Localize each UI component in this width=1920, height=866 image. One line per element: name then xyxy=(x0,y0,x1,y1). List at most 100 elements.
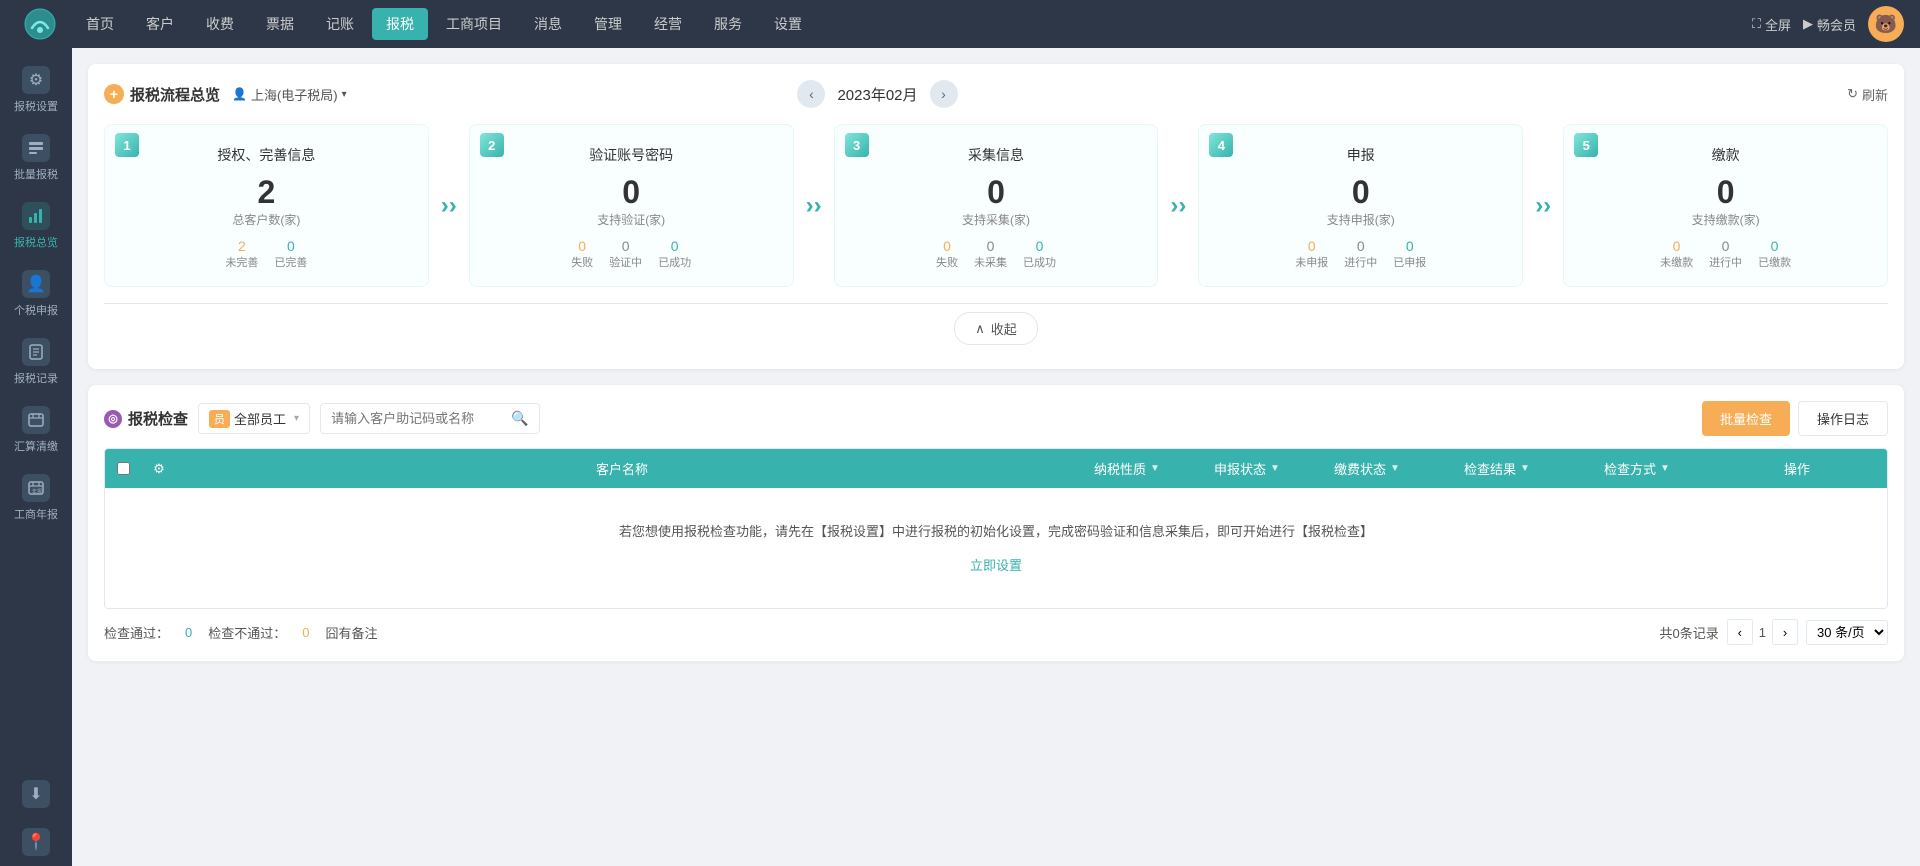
step-1-stat-1[interactable]: 0 已完善 xyxy=(274,238,307,270)
step-1-stats: 2 未完善 0 已完善 xyxy=(117,238,416,270)
nav-fees[interactable]: 收费 xyxy=(192,8,248,40)
collapse-button[interactable]: ∧ 收起 xyxy=(954,312,1038,345)
step-4-stat-2[interactable]: 0 已申报 xyxy=(1393,238,1426,270)
step-2-stat-0[interactable]: 0 失败 xyxy=(571,238,593,270)
collapse-row: ∧ 收起 xyxy=(104,304,1888,353)
th-check-method[interactable]: 检查方式 ▼ xyxy=(1567,449,1707,488)
nav-home[interactable]: 首页 xyxy=(72,8,128,40)
step-5-stat-0-num: 0 xyxy=(1660,238,1693,254)
step-5-stat-1[interactable]: 0 进行中 xyxy=(1709,238,1742,270)
step-4-stat-1[interactable]: 0 进行中 xyxy=(1344,238,1377,270)
th-pay-status[interactable]: 缴费状态 ▼ xyxy=(1307,449,1427,488)
sidebar-label-tax-overview: 报税总览 xyxy=(14,234,58,250)
step-3-stat-0-label: 失败 xyxy=(936,254,958,270)
th-settings[interactable]: ⚙ xyxy=(141,449,177,488)
th-check-result[interactable]: 检查结果 ▼ xyxy=(1427,449,1567,488)
step-4-stat-2-num: 0 xyxy=(1393,238,1426,254)
logo[interactable] xyxy=(16,8,64,40)
th-client-name: 客户名称 xyxy=(177,449,1067,488)
refresh-icon: ↻ xyxy=(1847,86,1858,102)
step-4-num: 4 xyxy=(1209,133,1233,157)
search-input[interactable] xyxy=(321,405,501,432)
step-5-stat-2[interactable]: 0 已缴款 xyxy=(1758,238,1791,270)
nav-invoice[interactable]: 票据 xyxy=(252,8,308,40)
section-title: ◎ 报税检查 xyxy=(104,408,188,429)
step-2-stat-2[interactable]: 0 已成功 xyxy=(658,238,691,270)
sidebar-item-annual-report[interactable]: 年报 工商年报 xyxy=(0,464,72,532)
vip-icon: ▶ xyxy=(1803,16,1813,32)
nav-accounting[interactable]: 记账 xyxy=(312,8,368,40)
sidebar-item-location[interactable]: 📍 xyxy=(0,818,72,866)
filter-icon-5: ▼ xyxy=(1660,463,1670,474)
sidebar-item-batch-tax[interactable]: 批量报税 xyxy=(0,124,72,192)
pass-label: 检查通过： xyxy=(104,623,169,642)
search-button[interactable]: 🔍 xyxy=(501,404,538,433)
next-month-button[interactable]: › xyxy=(930,80,958,108)
remark-label: 囧有备注 xyxy=(326,623,378,642)
main-content: + 报税流程总览 👤 上海(电子税局) ▾ ‹ 2023年02月 › ↻ 刷新 xyxy=(72,48,1920,866)
th-tax-nature[interactable]: 纳税性质 ▼ xyxy=(1067,449,1187,488)
sidebar-item-personal-tax[interactable]: 👤 个税申报 xyxy=(0,260,72,328)
nav-client[interactable]: 客户 xyxy=(132,8,188,40)
step-1-stat-0-num: 2 xyxy=(225,238,258,254)
step-1-stat-0[interactable]: 2 未完善 xyxy=(225,238,258,270)
tax-record-icon xyxy=(22,338,50,366)
sidebar-label-settlement: 汇算清缴 xyxy=(14,438,58,454)
step-5-stat-2-num: 0 xyxy=(1758,238,1791,254)
step-3-stat-1-label: 未采集 xyxy=(974,254,1007,270)
step-2-card: 2 验证账号密码 0 支持验证(家) 0 失败 0 验证中 0 已成功 xyxy=(469,124,794,287)
step-4-stat-0[interactable]: 0 未申报 xyxy=(1295,238,1328,270)
last-page-button[interactable]: › xyxy=(1772,619,1798,645)
top-navigation: 首页 客户 收费 票据 记账 报税 工商项目 消息 管理 经营 服务 设置 ⛶ … xyxy=(0,0,1920,48)
pass-count[interactable]: 0 xyxy=(185,625,192,640)
step-5-stat-0[interactable]: 0 未缴款 xyxy=(1660,238,1693,270)
nav-business[interactable]: 工商项目 xyxy=(432,8,516,40)
operation-log-button[interactable]: 操作日志 xyxy=(1798,401,1888,436)
sidebar-item-settlement[interactable]: 汇算清缴 xyxy=(0,396,72,464)
step-4-stat-0-label: 未申报 xyxy=(1295,254,1328,270)
first-page-button[interactable]: ‹ xyxy=(1727,619,1753,645)
staff-dropdown-icon: ▾ xyxy=(294,413,299,424)
step-2-stat-1[interactable]: 0 验证中 xyxy=(609,238,642,270)
nav-operation[interactable]: 经营 xyxy=(640,8,696,40)
th-declare-status[interactable]: 申报状态 ▼ xyxy=(1187,449,1307,488)
sidebar-item-tax-overview[interactable]: 报税总览 xyxy=(0,192,72,260)
step-1-subtitle: 总客户数(家) xyxy=(117,211,416,228)
step-4-stat-2-label: 已申报 xyxy=(1393,254,1426,270)
nav-message[interactable]: 消息 xyxy=(520,8,576,40)
vip-button[interactable]: ▶ 畅会员 xyxy=(1803,15,1856,34)
batch-check-button[interactable]: 批量检查 xyxy=(1702,401,1790,436)
per-page-select[interactable]: 30 条/页 xyxy=(1806,620,1888,645)
nav-manage[interactable]: 管理 xyxy=(580,8,636,40)
step-2-big-num: 0 xyxy=(482,173,781,211)
tax-bureau-selector[interactable]: 👤 上海(电子税局) ▾ xyxy=(232,85,347,104)
step-4-big-num: 0 xyxy=(1211,173,1510,211)
table-footer: 检查通过： 0 检查不通过： 0 囧有备注 共0条记录 ‹ 1 › 30 条/页 xyxy=(104,609,1888,645)
staff-selector[interactable]: 员 全部员工 ▾ xyxy=(198,403,310,434)
step-3-stat-1[interactable]: 0 未采集 xyxy=(974,238,1007,270)
nav-service[interactable]: 服务 xyxy=(700,8,756,40)
nav-tax[interactable]: 报税 xyxy=(372,8,428,40)
sidebar-item-tax-record[interactable]: 报税记录 xyxy=(0,328,72,396)
step-3-stat-0[interactable]: 0 失败 xyxy=(936,238,958,270)
fail-count[interactable]: 0 xyxy=(302,625,309,640)
refresh-button[interactable]: ↻ 刷新 xyxy=(1847,85,1888,104)
step-3-card: 3 采集信息 0 支持采集(家) 0 失败 0 未采集 0 已成功 xyxy=(834,124,1159,287)
nav-settings[interactable]: 设置 xyxy=(760,8,816,40)
filter-icon-2: ▼ xyxy=(1270,463,1280,474)
step-1-num: 1 xyxy=(115,133,139,157)
avatar[interactable]: 🐻 xyxy=(1868,6,1904,42)
th-checkbox[interactable] xyxy=(105,449,141,488)
tax-check-card: ◎ 报税检查 员 全部员工 ▾ 🔍 批量检查 操作日志 xyxy=(88,385,1904,661)
prev-month-button[interactable]: ‹ xyxy=(797,80,825,108)
sidebar-item-download[interactable]: ⬇ xyxy=(0,770,72,818)
select-all-checkbox[interactable] xyxy=(117,462,130,475)
step-3-stat-2[interactable]: 0 已成功 xyxy=(1023,238,1056,270)
staff-badge: 员 xyxy=(209,410,230,428)
sidebar-item-tax-settings[interactable]: ⚙ 报税设置 xyxy=(0,56,72,124)
step-3-big-num: 0 xyxy=(847,173,1146,211)
setup-link[interactable]: 立即设置 xyxy=(970,555,1022,574)
step-3-num: 3 xyxy=(845,133,869,157)
fullscreen-button[interactable]: ⛶ 全屏 xyxy=(1752,15,1791,34)
filter-icon-3: ▼ xyxy=(1390,463,1400,474)
